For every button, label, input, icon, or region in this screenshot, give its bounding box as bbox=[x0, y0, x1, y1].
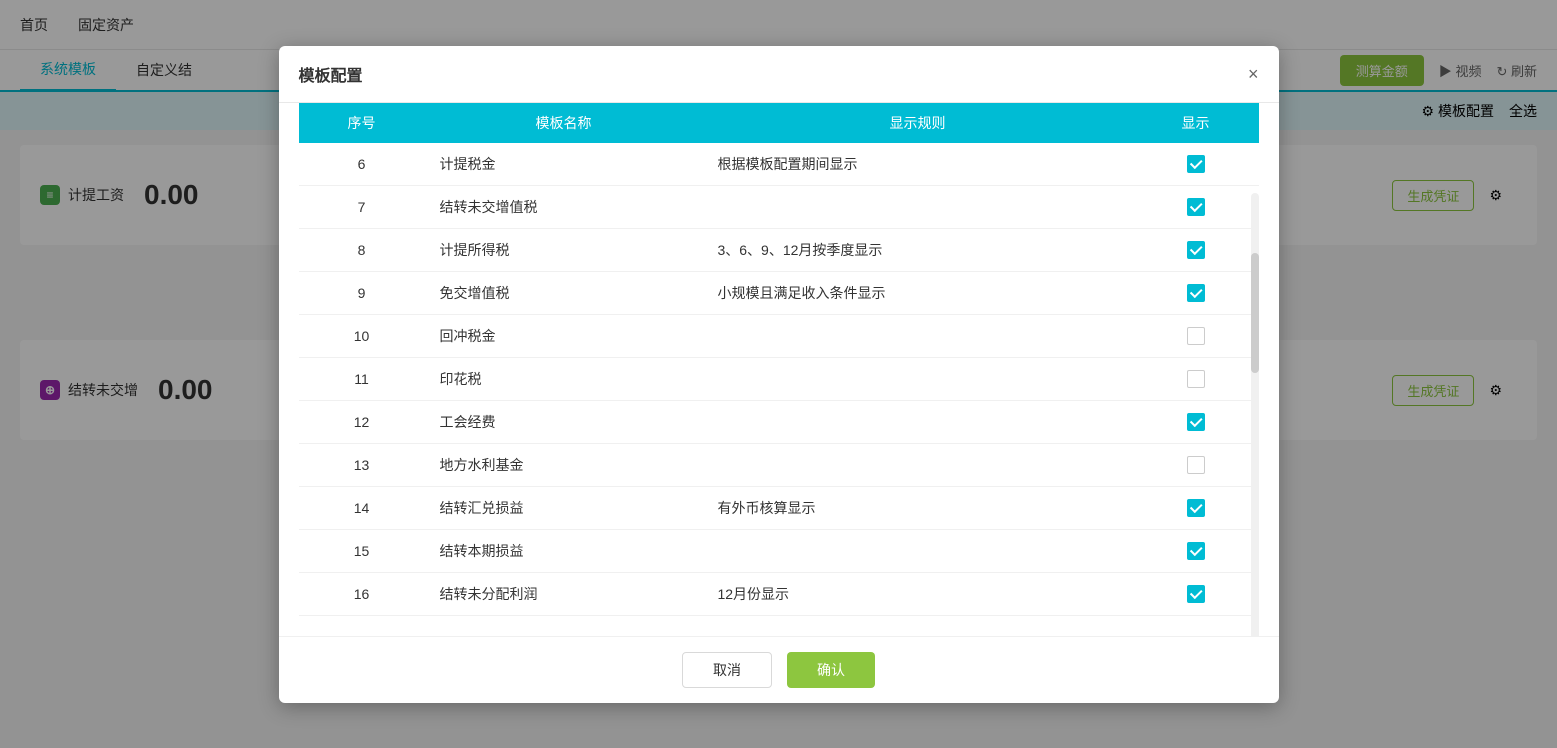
checkbox-wrapper bbox=[1148, 284, 1244, 302]
cell-rule: 12月份显示 bbox=[702, 572, 1132, 615]
table-row: 12工会经费 bbox=[299, 400, 1259, 443]
checkbox-wrapper bbox=[1148, 155, 1244, 173]
cell-checkbox bbox=[1133, 228, 1259, 271]
template-config-dialog: 模板配置 × 序号 模板名称 显示规则 显示 6计提税金根据模板配置期间显示7结… bbox=[279, 46, 1279, 703]
checkbox-wrapper bbox=[1148, 327, 1244, 345]
cell-name: 工会经费 bbox=[424, 400, 702, 443]
checkbox-wrapper bbox=[1148, 542, 1244, 560]
table-row: 8计提所得税3、6、9、12月按季度显示 bbox=[299, 228, 1259, 271]
cell-index: 15 bbox=[299, 529, 425, 572]
cell-name: 结转未分配利润 bbox=[424, 572, 702, 615]
cell-index: 16 bbox=[299, 572, 425, 615]
cell-rule bbox=[702, 185, 1132, 228]
table-header: 序号 模板名称 显示规则 显示 bbox=[299, 103, 1259, 143]
col-rule: 显示规则 bbox=[702, 103, 1132, 143]
cell-rule bbox=[702, 314, 1132, 357]
cell-rule bbox=[702, 357, 1132, 400]
cell-index: 11 bbox=[299, 357, 425, 400]
dialog-footer: 取消 确认 bbox=[279, 636, 1279, 703]
col-index: 序号 bbox=[299, 103, 425, 143]
cell-checkbox bbox=[1133, 314, 1259, 357]
cell-rule: 根据模板配置期间显示 bbox=[702, 143, 1132, 186]
cell-rule bbox=[702, 400, 1132, 443]
cell-name: 结转汇兑损益 bbox=[424, 486, 702, 529]
cell-index: 9 bbox=[299, 271, 425, 314]
cell-checkbox bbox=[1133, 143, 1259, 186]
cell-index: 14 bbox=[299, 486, 425, 529]
cell-index: 12 bbox=[299, 400, 425, 443]
checkbox-checked[interactable] bbox=[1187, 198, 1205, 216]
checkbox-checked[interactable] bbox=[1187, 241, 1205, 259]
cell-index: 6 bbox=[299, 143, 425, 186]
cell-checkbox bbox=[1133, 486, 1259, 529]
checkbox-checked[interactable] bbox=[1187, 542, 1205, 560]
cell-index: 10 bbox=[299, 314, 425, 357]
checkbox-unchecked[interactable] bbox=[1187, 327, 1205, 345]
cell-name: 免交增值税 bbox=[424, 271, 702, 314]
dialog-header: 模板配置 × bbox=[279, 46, 1279, 103]
checkbox-wrapper bbox=[1148, 370, 1244, 388]
close-button[interactable]: × bbox=[1248, 65, 1259, 83]
checkbox-wrapper bbox=[1148, 198, 1244, 216]
col-name: 模板名称 bbox=[424, 103, 702, 143]
cell-checkbox bbox=[1133, 357, 1259, 400]
checkbox-unchecked[interactable] bbox=[1187, 456, 1205, 474]
cell-name: 结转本期损益 bbox=[424, 529, 702, 572]
table-row: 13地方水利基金 bbox=[299, 443, 1259, 486]
cell-name: 地方水利基金 bbox=[424, 443, 702, 486]
checkbox-checked[interactable] bbox=[1187, 499, 1205, 517]
table-row: 15结转本期损益 bbox=[299, 529, 1259, 572]
scrollbar-thumb[interactable] bbox=[1251, 253, 1259, 373]
cell-checkbox bbox=[1133, 400, 1259, 443]
checkbox-checked[interactable] bbox=[1187, 284, 1205, 302]
checkbox-wrapper bbox=[1148, 413, 1244, 431]
cell-checkbox bbox=[1133, 529, 1259, 572]
modal-overlay: 模板配置 × 序号 模板名称 显示规则 显示 6计提税金根据模板配置期间显示7结… bbox=[0, 0, 1557, 748]
checkbox-wrapper bbox=[1148, 241, 1244, 259]
confirm-button[interactable]: 确认 bbox=[787, 652, 875, 688]
table-row: 7结转未交增值税 bbox=[299, 185, 1259, 228]
table-row: 9免交增值税小规模且满足收入条件显示 bbox=[299, 271, 1259, 314]
cell-rule bbox=[702, 443, 1132, 486]
cancel-button[interactable]: 取消 bbox=[682, 652, 772, 688]
dialog-title: 模板配置 bbox=[299, 62, 363, 86]
scrollbar-track bbox=[1251, 193, 1259, 636]
cell-index: 7 bbox=[299, 185, 425, 228]
cell-name: 计提税金 bbox=[424, 143, 702, 186]
cell-name: 印花税 bbox=[424, 357, 702, 400]
cell-name: 回冲税金 bbox=[424, 314, 702, 357]
checkbox-wrapper bbox=[1148, 499, 1244, 517]
checkbox-unchecked[interactable] bbox=[1187, 370, 1205, 388]
cell-rule bbox=[702, 529, 1132, 572]
table-row: 6计提税金根据模板配置期间显示 bbox=[299, 143, 1259, 186]
cell-checkbox bbox=[1133, 271, 1259, 314]
table-row: 14结转汇兑损益有外币核算显示 bbox=[299, 486, 1259, 529]
cell-checkbox bbox=[1133, 572, 1259, 615]
cell-checkbox bbox=[1133, 185, 1259, 228]
config-table: 序号 模板名称 显示规则 显示 6计提税金根据模板配置期间显示7结转未交增值税8… bbox=[299, 103, 1259, 616]
cell-name: 计提所得税 bbox=[424, 228, 702, 271]
checkbox-wrapper bbox=[1148, 585, 1244, 603]
table-row: 16结转未分配利润12月份显示 bbox=[299, 572, 1259, 615]
cell-rule: 3、6、9、12月按季度显示 bbox=[702, 228, 1132, 271]
checkbox-wrapper bbox=[1148, 456, 1244, 474]
table-row: 10回冲税金 bbox=[299, 314, 1259, 357]
cell-name: 结转未交增值税 bbox=[424, 185, 702, 228]
cell-rule: 小规模且满足收入条件显示 bbox=[702, 271, 1132, 314]
cell-index: 13 bbox=[299, 443, 425, 486]
table-body: 6计提税金根据模板配置期间显示7结转未交增值税8计提所得税3、6、9、12月按季… bbox=[299, 143, 1259, 616]
table-row: 11印花税 bbox=[299, 357, 1259, 400]
cell-index: 8 bbox=[299, 228, 425, 271]
checkbox-checked[interactable] bbox=[1187, 413, 1205, 431]
col-show: 显示 bbox=[1133, 103, 1259, 143]
checkbox-checked[interactable] bbox=[1187, 155, 1205, 173]
checkbox-checked[interactable] bbox=[1187, 585, 1205, 603]
dialog-body: 序号 模板名称 显示规则 显示 6计提税金根据模板配置期间显示7结转未交增值税8… bbox=[279, 103, 1279, 636]
cell-rule: 有外币核算显示 bbox=[702, 486, 1132, 529]
cell-checkbox bbox=[1133, 443, 1259, 486]
